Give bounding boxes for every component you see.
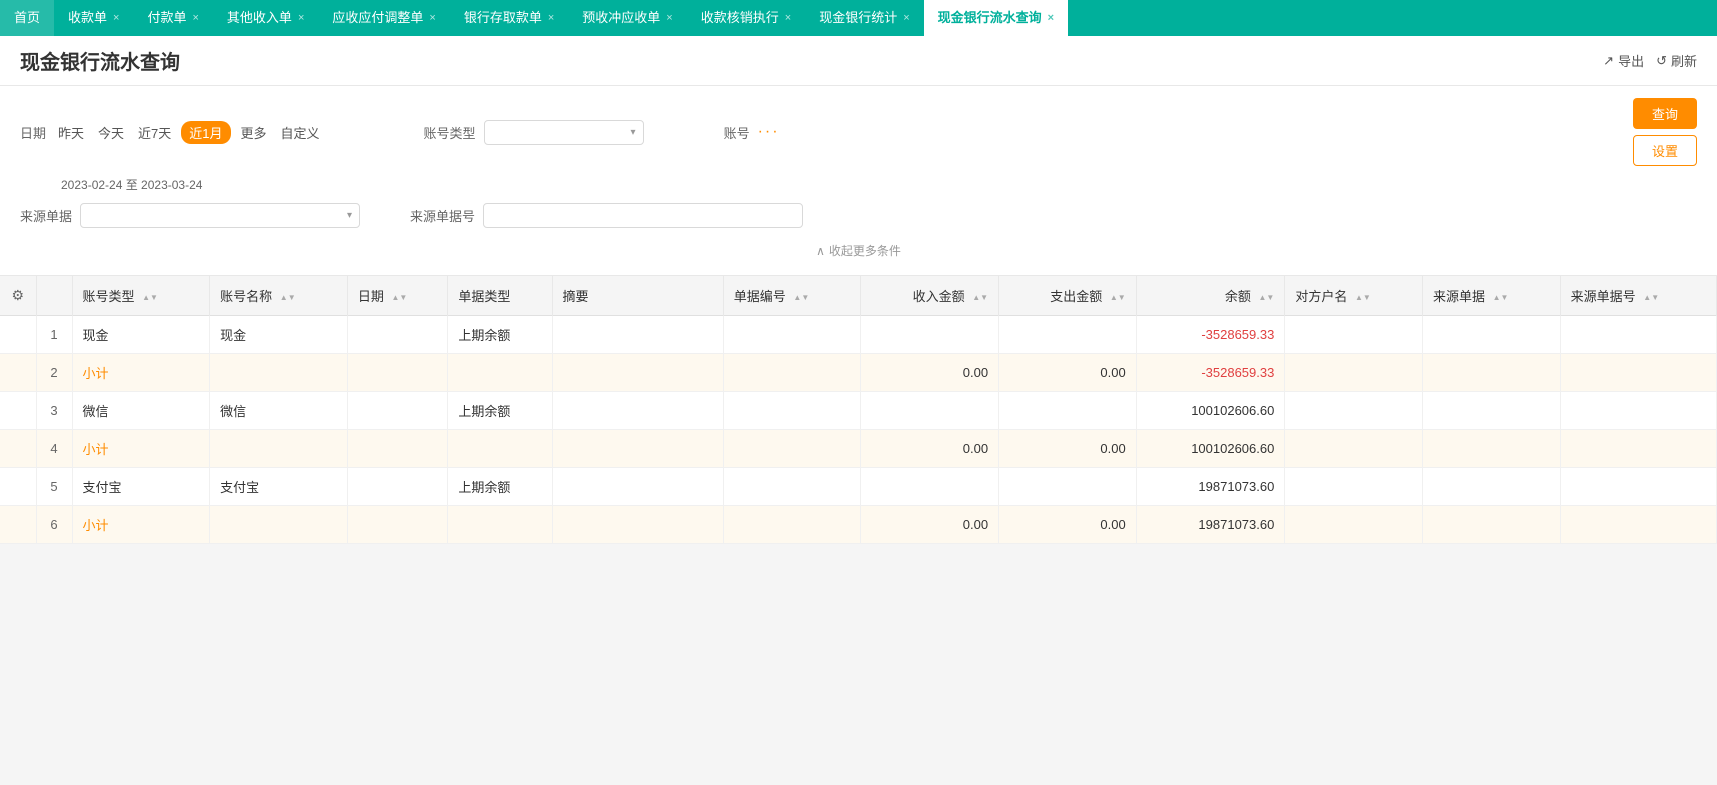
table-container: ⚙ 账号类型 ▲▼ 账号名称 ▲▼ 日期 ▲▼ 单据类型 [0,276,1717,544]
close-other-income-icon[interactable]: × [298,0,304,36]
close-prepay-offset-icon[interactable]: × [666,0,672,36]
shortcut-custom[interactable]: 自定义 [277,121,324,144]
close-payments-icon[interactable]: × [192,0,198,36]
th-summary: 摘要 [552,276,723,316]
close-bank-deposit-icon[interactable]: × [548,0,554,36]
nav-payments[interactable]: 付款单 × [133,0,212,36]
nav-cash-bank-flow[interactable]: 现金银行流水查询 × [924,0,1068,36]
date-filter-group: 日期 昨天 今天 近7天 近1月 更多 自定义 [20,121,324,144]
th-counterpart[interactable]: 对方户名 ▲▼ [1285,276,1423,316]
export-button[interactable]: ↗ 导出 [1603,51,1644,70]
date-range-text: 2023-02-24 至 2023-03-24 [61,178,202,192]
source-doc-select[interactable] [80,203,360,228]
sort-income-icon: ▲▼ [972,294,988,302]
table-row[interactable]: 1现金现金上期余额-3528659.33 [0,316,1717,354]
filter-area: 日期 昨天 今天 近7天 近1月 更多 自定义 账号类型 ▾ 账号 ··· [0,86,1717,276]
data-table: ⚙ 账号类型 ▲▼ 账号名称 ▲▼ 日期 ▲▼ 单据类型 [0,276,1717,544]
table-body: 1现金现金上期余额-3528659.332小计0.000.00-3528659.… [0,316,1717,544]
shortcut-yesterday[interactable]: 昨天 [54,121,88,144]
source-doc-label: 来源单据 [20,206,72,225]
sort-account-name-icon: ▲▼ [280,294,296,302]
th-expense[interactable]: 支出金额 ▲▼ [999,276,1137,316]
account-more-button[interactable]: ··· [758,123,780,141]
export-icon: ↗ [1603,53,1614,69]
source-doc-filter-group: 来源单据 ▾ [20,203,360,228]
header-actions: ↗ 导出 ↺ 刷新 [1603,51,1697,70]
sort-source-doc-icon: ▲▼ [1493,294,1509,302]
sort-account-type-icon: ▲▼ [142,294,158,302]
action-buttons: 查询 设置 [1633,98,1697,166]
table-header-row: ⚙ 账号类型 ▲▼ 账号名称 ▲▼ 日期 ▲▼ 单据类型 [0,276,1717,316]
shortcut-today[interactable]: 今天 [94,121,128,144]
th-doc-type: 单据类型 [448,276,552,316]
close-collection-exec-icon[interactable]: × [785,0,791,36]
sort-counterpart-icon: ▲▼ [1355,294,1371,302]
th-account-name[interactable]: 账号名称 ▲▼ [210,276,348,316]
page-title: 现金银行流水查询 [20,46,180,75]
th-num [36,276,72,316]
page-header: 现金银行流水查询 ↗ 导出 ↺ 刷新 [0,36,1717,86]
filter-row-1: 日期 昨天 今天 近7天 近1月 更多 自定义 账号类型 ▾ 账号 ··· [20,98,1697,166]
source-doc-select-wrapper: ▾ [80,203,360,228]
date-range-display: 2023-02-24 至 2023-03-24 [57,176,1697,193]
nav-prepay-offset[interactable]: 预收冲应收单 × [568,0,686,36]
th-date[interactable]: 日期 ▲▼ [347,276,448,316]
account-type-filter-group: 账号类型 ▾ [424,120,644,145]
sort-source-doc-num-icon: ▲▼ [1643,294,1659,302]
nav-receipts[interactable]: 收款单 × [54,0,133,36]
close-receipts-icon[interactable]: × [113,0,119,36]
th-source-doc-num[interactable]: 来源单据号 ▲▼ [1560,276,1716,316]
th-doc-number[interactable]: 单据编号 ▲▼ [723,276,861,316]
table-row[interactable]: 5支付宝支付宝上期余额19871073.60 [0,468,1717,506]
date-label: 日期 [20,123,46,142]
nav-bank-deposit[interactable]: 银行存取款单 × [450,0,568,36]
top-navigation: 首页 收款单 × 付款单 × 其他收入单 × 应收应付调整单 × 银行存取款单 … [0,0,1717,36]
account-type-label: 账号类型 [424,123,476,142]
refresh-button[interactable]: ↺ 刷新 [1656,51,1697,70]
th-settings[interactable]: ⚙ [0,276,36,316]
close-ar-ap-icon[interactable]: × [429,0,435,36]
th-income[interactable]: 收入金额 ▲▼ [861,276,999,316]
sort-expense-icon: ▲▼ [1110,294,1126,302]
nav-other-income[interactable]: 其他收入单 × [213,0,318,36]
close-cash-bank-stats-icon[interactable]: × [903,0,909,36]
th-account-type[interactable]: 账号类型 ▲▼ [72,276,210,316]
nav-cash-bank-stats[interactable]: 现金银行统计 × [805,0,923,36]
account-filter-group: 账号 ··· [724,123,780,142]
settings-button[interactable]: 设置 [1633,135,1697,166]
shortcut-7days[interactable]: 近7天 [134,121,175,144]
collapse-bar[interactable]: ∧ 收起更多条件 [20,238,1697,263]
account-type-select[interactable] [484,120,644,145]
table-row[interactable]: 2小计0.000.00-3528659.33 [0,354,1717,392]
th-balance[interactable]: 余额 ▲▼ [1136,276,1285,316]
account-label: 账号 [724,123,750,142]
refresh-icon: ↺ [1656,53,1667,69]
th-source-doc[interactable]: 来源单据 ▲▼ [1423,276,1561,316]
close-cash-bank-flow-icon[interactable]: × [1048,0,1054,36]
account-type-select-wrapper: ▾ [484,120,644,145]
date-shortcuts: 昨天 今天 近7天 近1月 更多 自定义 [54,121,324,144]
column-settings-icon[interactable]: ⚙ [11,287,24,303]
table-row[interactable]: 6小计0.000.0019871073.60 [0,506,1717,544]
shortcut-more[interactable]: 更多 [237,121,271,144]
table-row[interactable]: 3微信微信上期余额100102606.60 [0,392,1717,430]
collapse-up-icon: ∧ [816,244,825,258]
nav-collection-exec[interactable]: 收款核销执行 × [687,0,805,36]
nav-ar-ap-adjust[interactable]: 应收应付调整单 × [318,0,449,36]
source-doc-num-label: 来源单据号 [410,206,475,225]
source-doc-num-filter-group: 来源单据号 [410,203,803,228]
shortcut-1month[interactable]: 近1月 [181,121,230,144]
table-row[interactable]: 4小计0.000.00100102606.60 [0,430,1717,468]
filter-row-2: 来源单据 ▾ 来源单据号 [20,203,1697,228]
sort-doc-number-icon: ▲▼ [793,294,809,302]
sort-balance-icon: ▲▼ [1259,294,1275,302]
source-doc-num-input[interactable] [483,203,803,228]
query-button[interactable]: 查询 [1633,98,1697,129]
nav-home[interactable]: 首页 [0,0,54,36]
sort-date-icon: ▲▼ [391,294,407,302]
